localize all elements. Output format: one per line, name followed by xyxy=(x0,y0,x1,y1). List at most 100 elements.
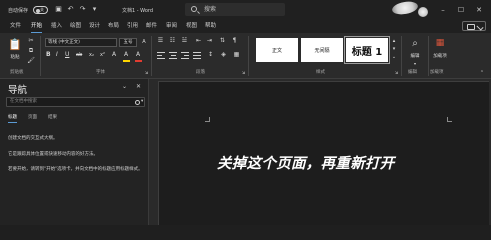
tab-view[interactable]: 视图 xyxy=(186,21,197,33)
redaction-smudge xyxy=(418,7,428,17)
nav-help-text: 若要开始，请转到"开始"选项卡，并向文档中的标题应用标题样式。 xyxy=(8,167,143,172)
nav-tab-headings[interactable]: 标题 xyxy=(8,115,17,123)
comments-button[interactable] xyxy=(462,21,486,31)
margin-corner-mark xyxy=(205,117,210,122)
font-dialog-launcher-icon[interactable]: ⇲ xyxy=(144,69,149,77)
word-window: 自动保存 关 ▣ ↶ ↷ ▾ 文档1 - Word 搜索 – ☐ ✕ 文件 开始… xyxy=(0,0,491,225)
nav-options-icon[interactable]: ⌄ xyxy=(122,83,127,90)
highlight-button[interactable]: A xyxy=(124,51,128,59)
tab-insert[interactable]: 插入 xyxy=(51,21,62,33)
cut-icon[interactable]: ✂ xyxy=(27,37,35,45)
collapse-ribbon-icon[interactable]: ⌃ xyxy=(478,69,486,77)
increase-indent-icon[interactable]: ⇥ xyxy=(205,37,214,45)
numbering-icon[interactable]: ☷ xyxy=(168,37,177,45)
save-icon[interactable]: ▣ xyxy=(54,5,63,14)
nav-search-input[interactable]: 在文档中搜索 ▾ xyxy=(6,97,145,107)
nav-tab-pages[interactable]: 页面 xyxy=(28,115,37,123)
superscript-button[interactable]: x² xyxy=(100,51,105,59)
customize-icon[interactable]: ▾ xyxy=(90,5,99,14)
navigation-pane: 导航 ⌄ ✕ 在文档中搜索 ▾ 标题 页面 结果 创建文档的交互式大纲。 它是跟… xyxy=(0,79,149,225)
margin-corner-mark xyxy=(447,117,452,122)
nav-tab-results[interactable]: 结果 xyxy=(48,115,57,123)
autosave-label: 自动保存 xyxy=(8,7,29,14)
undo-icon[interactable]: ↶ xyxy=(66,5,75,14)
font-name-box[interactable]: 等线 (中文正文) xyxy=(45,38,117,47)
styles-dialog-launcher-icon[interactable]: ⇲ xyxy=(394,69,399,77)
font-size-box[interactable]: 五号 xyxy=(119,38,137,47)
group-styles: 样式 xyxy=(316,70,325,75)
minimize-icon[interactable]: – xyxy=(438,4,448,16)
group-addins: 加载项 xyxy=(430,70,444,75)
highlight-color-bar xyxy=(123,60,130,62)
nav-help-text: 创建文档的交互式大纲。 xyxy=(8,136,58,141)
sort-icon[interactable]: ⇅ xyxy=(218,37,227,45)
addins-button[interactable]: 加载项 xyxy=(430,53,450,61)
nav-search-placeholder: 在文档中搜索 xyxy=(10,99,37,104)
strikethrough-button[interactable]: ab xyxy=(76,51,82,59)
search-icon[interactable] xyxy=(135,99,140,105)
align-center-icon[interactable] xyxy=(169,52,177,59)
tab-references[interactable]: 引用 xyxy=(127,21,138,33)
search-icon xyxy=(191,6,197,12)
group-separator xyxy=(401,36,402,76)
nav-help-text: 它是跟踪具体位置或快速移动内容的好方法。 xyxy=(8,152,98,157)
style-normal[interactable]: 正文 xyxy=(256,38,298,62)
tab-file[interactable]: 文件 xyxy=(10,21,21,33)
format-painter-icon[interactable]: 🖌 xyxy=(27,57,35,65)
group-font: 字体 xyxy=(96,70,105,75)
align-left-icon[interactable] xyxy=(157,52,165,59)
decrease-indent-icon[interactable]: ⇤ xyxy=(194,37,203,45)
title-bar: 自动保存 关 ▣ ↶ ↷ ▾ 文档1 - Word 搜索 – ☐ ✕ xyxy=(0,0,491,20)
maximize-icon[interactable]: ☐ xyxy=(456,4,466,16)
style-no-spacing[interactable]: 无间隔 xyxy=(301,38,343,62)
group-clipboard: 剪贴板 xyxy=(10,70,24,75)
close-icon[interactable]: ✕ xyxy=(474,4,484,16)
tab-design[interactable]: 设计 xyxy=(89,21,100,33)
ribbon: 📋 粘贴 ✂ ⧉ 🖌 剪贴板 等线 (中文正文) 五号 A B I U ab x… xyxy=(0,33,491,79)
align-right-icon[interactable] xyxy=(181,52,189,59)
chevron-down-icon[interactable]: ▾ xyxy=(141,98,143,106)
tab-layout[interactable]: 布局 xyxy=(108,21,119,33)
grow-font-icon[interactable]: A xyxy=(141,38,147,46)
underline-button[interactable]: U xyxy=(65,51,69,59)
style-heading-1[interactable]: 标题 1 xyxy=(344,36,390,64)
redaction-smudge xyxy=(391,0,419,17)
styles-more-icon[interactable]: ⌄ xyxy=(391,53,397,61)
font-color-bar xyxy=(135,60,142,62)
styles-scroll-down-icon[interactable]: ▾ xyxy=(391,45,397,53)
paragraph-dialog-launcher-icon[interactable]: ⇲ xyxy=(241,69,246,77)
italic-button[interactable]: I xyxy=(56,51,58,59)
nav-close-icon[interactable]: ✕ xyxy=(136,83,141,90)
line-spacing-icon[interactable]: ↕ xyxy=(206,51,215,59)
tab-home[interactable]: 开始 xyxy=(31,21,43,33)
tab-help[interactable]: 帮助 xyxy=(205,21,216,33)
shading-icon[interactable]: ◈ xyxy=(219,51,228,59)
tab-review[interactable]: 审阅 xyxy=(166,21,177,33)
copy-icon[interactable]: ⧉ xyxy=(27,47,35,55)
paste-label: 粘贴 xyxy=(10,55,20,60)
overlay-instruction-text: 关掉这个页面，再重新打开 xyxy=(217,156,395,172)
find-icon[interactable]: ⌕ xyxy=(408,37,422,51)
styles-scroll-up-icon[interactable]: ▴ xyxy=(391,37,397,45)
font-color-button[interactable]: A xyxy=(136,51,140,59)
group-separator xyxy=(428,36,429,76)
subscript-button[interactable]: x₂ xyxy=(89,51,94,59)
addins-icon[interactable]: ▦ xyxy=(434,37,446,50)
nav-pane-title: 导航 xyxy=(8,85,28,96)
group-separator xyxy=(248,36,249,76)
tab-draw[interactable]: 绘图 xyxy=(70,21,81,33)
borders-icon[interactable]: ▦ xyxy=(232,51,241,59)
paste-icon[interactable]: 📋 xyxy=(8,37,22,53)
show-marks-icon[interactable]: ¶ xyxy=(230,37,239,45)
text-effects-button[interactable]: A xyxy=(112,51,116,59)
redo-icon[interactable]: ↷ xyxy=(78,5,87,14)
autosave-state: 关 xyxy=(40,7,44,12)
group-separator xyxy=(151,36,152,76)
justify-icon[interactable] xyxy=(193,52,201,59)
tab-mailings[interactable]: 邮件 xyxy=(146,21,157,33)
group-separator xyxy=(40,36,41,76)
bold-button[interactable]: B xyxy=(46,51,51,59)
bullets-icon[interactable]: ☰ xyxy=(156,37,165,45)
search-box[interactable]: 搜索 xyxy=(185,3,285,16)
multilevel-list-icon[interactable]: ☱ xyxy=(180,37,189,45)
